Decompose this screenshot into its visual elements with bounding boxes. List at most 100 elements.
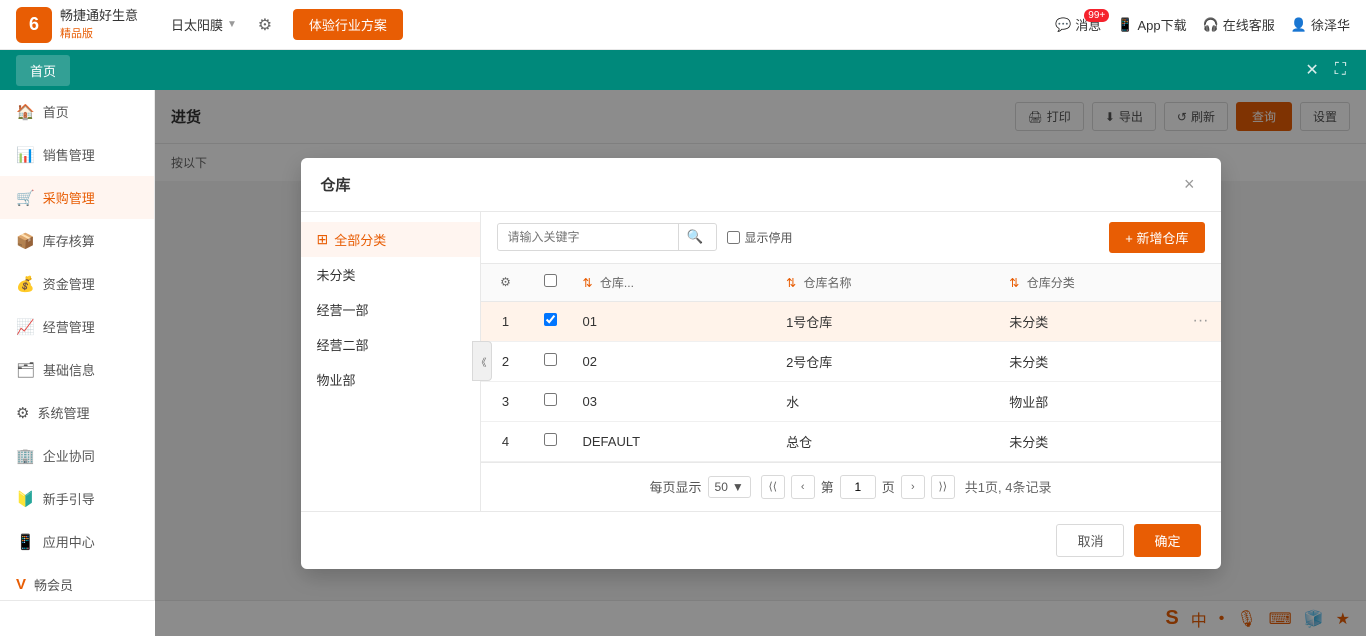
guide-icon: 🔰 [16, 490, 35, 508]
logo-area: 6 畅捷通好生意 精品版 [16, 7, 171, 43]
sidebar-item-business[interactable]: 📈 经营管理 [0, 305, 154, 348]
purchase-icon: 🛒 [16, 189, 35, 207]
sidebar-label-purchase: 采购管理 [43, 188, 95, 207]
search-button[interactable]: 🔍 [678, 224, 712, 250]
app-download-item[interactable]: 📱 App下载 [1117, 15, 1186, 34]
main-content: 进货 🖨 打印 ⬇ 导出 ↺ 刷新 查询 设置 按以下 仓库 × [155, 90, 1366, 636]
confirm-button[interactable]: 确定 [1134, 524, 1200, 557]
page-number-input[interactable] [840, 475, 876, 499]
row-checkbox-cell [531, 381, 571, 421]
category-uncategorized[interactable]: 未分类 [301, 257, 480, 292]
sidebar-item-guide[interactable]: 🔰 新手引导 [0, 477, 154, 520]
app-download-label: App下载 [1137, 15, 1186, 34]
add-warehouse-button[interactable]: + 新增仓库 [1109, 222, 1204, 253]
table-row: 4 DEFAULT 总仓 未分类 [481, 421, 1221, 461]
second-nav-home[interactable]: 首页 [16, 55, 70, 86]
category-panel: ⊞ 全部分类 未分类 经营一部 经营二部 物业部 [301, 212, 481, 511]
table-row: 3 03 水 物业部 [481, 381, 1221, 421]
brand-name: 畅捷通好生意 [60, 8, 138, 25]
row-code: 03 [571, 381, 775, 421]
page-size-selector: 每页显示 50 ▼ [650, 476, 751, 498]
last-page-button[interactable]: ⟩⟩ [931, 475, 955, 499]
row-name: 水 [774, 381, 997, 421]
sidebar-label-finance: 资金管理 [43, 274, 95, 293]
modal-overlay: 仓库 × ⊞ 全部分类 未分类 经营一 [155, 90, 1366, 636]
modal-toolbar: 🔍 显示停用 + 新增仓库 [481, 212, 1221, 264]
message-icon: 💬 [1055, 17, 1071, 33]
cancel-button[interactable]: 取消 [1056, 524, 1124, 557]
row-name: 2号仓库 [774, 341, 997, 381]
store-arrow-icon: ▼ [227, 19, 237, 30]
try-industry-button[interactable]: 体验行业方案 [293, 9, 403, 40]
category-ops1-label: 经营一部 [317, 300, 369, 319]
page-unit: 页 [882, 477, 895, 496]
per-page-select[interactable]: 50 ▼ [708, 476, 751, 498]
settings-icon[interactable]: ⚙ [249, 9, 281, 41]
sidebar-item-home[interactable]: 🏠 首页 [0, 90, 154, 133]
row-num: 3 [481, 381, 531, 421]
category-property-label: 物业部 [317, 370, 356, 389]
sidebar-item-inventory[interactable]: 📦 库存核算 [0, 219, 154, 262]
row-checkbox[interactable] [544, 353, 557, 366]
sort-icon2: ⇅ [786, 276, 796, 290]
close-tab-icon[interactable]: ✕ [1301, 56, 1322, 84]
user-item[interactable]: 👤 徐泽华 [1291, 15, 1350, 34]
per-page-arrow: ▼ [732, 480, 744, 494]
pagination: 每页显示 50 ▼ ⟨⟨ ‹ 第 页 [481, 462, 1221, 511]
category-ops1[interactable]: 经营一部 [301, 292, 480, 327]
select-all-checkbox[interactable] [544, 274, 557, 287]
sidebar-item-purchase[interactable]: 🛒 采购管理 [0, 176, 154, 219]
modal-body: ⊞ 全部分类 未分类 经营一部 经营二部 物业部 [301, 212, 1221, 511]
search-input[interactable] [498, 225, 678, 249]
expand-icon[interactable]: ⛶ [1331, 57, 1350, 83]
category-ops2[interactable]: 经营二部 [301, 327, 480, 362]
sidebar-item-app-center[interactable]: 📱 应用中心 [0, 520, 154, 563]
category-property[interactable]: 物业部 [301, 362, 480, 397]
warehouse-table: ⚙ ⇅ 仓库... [481, 264, 1221, 462]
inventory-icon: 📦 [16, 232, 35, 250]
row-category: 未分类 [997, 421, 1220, 461]
first-page-button[interactable]: ⟨⟨ [761, 475, 785, 499]
row-checkbox[interactable] [544, 313, 557, 326]
message-item[interactable]: 💬 消息 99+ [1055, 15, 1101, 34]
logo-icon: 6 [16, 7, 52, 43]
sales-icon: 📊 [16, 146, 35, 164]
next-page-button[interactable]: › [901, 475, 925, 499]
warehouse-modal: 仓库 × ⊞ 全部分类 未分类 经营一 [301, 158, 1221, 569]
row-name: 总仓 [774, 421, 997, 461]
system-icon: ⚙ [16, 404, 29, 422]
sidebar-item-system[interactable]: ⚙ 系统管理 [0, 391, 154, 434]
sidebar-item-finance[interactable]: 💰 资金管理 [0, 262, 154, 305]
sidebar-label-basic-info: 基础信息 [43, 360, 95, 379]
headset-icon: 🎧 [1203, 17, 1219, 33]
page-navigation: ⟨⟨ ‹ 第 页 › ⟩⟩ [761, 475, 955, 499]
store-selector[interactable]: 日太阳膜 ▼ [171, 15, 237, 34]
sort-icon3: ⇅ [1009, 276, 1019, 290]
show-disabled-checkbox-label[interactable]: 显示停用 [727, 229, 793, 246]
app-center-icon: 📱 [16, 533, 35, 551]
show-disabled-checkbox[interactable] [727, 231, 740, 244]
prev-page-button[interactable]: ‹ [791, 475, 815, 499]
row-checkbox[interactable] [544, 433, 557, 446]
category-all[interactable]: ⊞ 全部分类 [301, 222, 480, 257]
sidebar-item-basic-info[interactable]: 🗂 基础信息 [0, 348, 154, 391]
modal-title: 仓库 [321, 174, 351, 195]
row-num: 4 [481, 421, 531, 461]
nav-center: 日太阳膜 ▼ ⚙ 体验行业方案 [171, 9, 1055, 41]
modal-close-button[interactable]: × [1178, 172, 1201, 197]
sidebar: 🏠 首页 📊 销售管理 🛒 采购管理 📦 库存核算 💰 资金管理 📈 经营管理 … [0, 90, 155, 636]
finance-icon: 💰 [16, 275, 35, 293]
row-checkbox[interactable] [544, 393, 557, 406]
collapse-panel-button[interactable]: 《 [472, 341, 492, 381]
row-more-button[interactable]: ··· [1193, 312, 1209, 330]
row-code: DEFAULT [571, 421, 775, 461]
sidebar-label-app-center: 应用中心 [43, 532, 95, 551]
per-page-value: 50 [715, 480, 728, 494]
online-service-item[interactable]: 🎧 在线客服 [1203, 15, 1275, 34]
sidebar-item-sales[interactable]: 📊 销售管理 [0, 133, 154, 176]
row-checkbox-cell [531, 301, 571, 341]
category-ops2-label: 经营二部 [317, 335, 369, 354]
sidebar-item-enterprise[interactable]: 🏢 企业协同 [0, 434, 154, 477]
th-code: ⇅ 仓库... [571, 264, 775, 302]
second-nav-right: ✕ ⛶ [1301, 56, 1350, 84]
